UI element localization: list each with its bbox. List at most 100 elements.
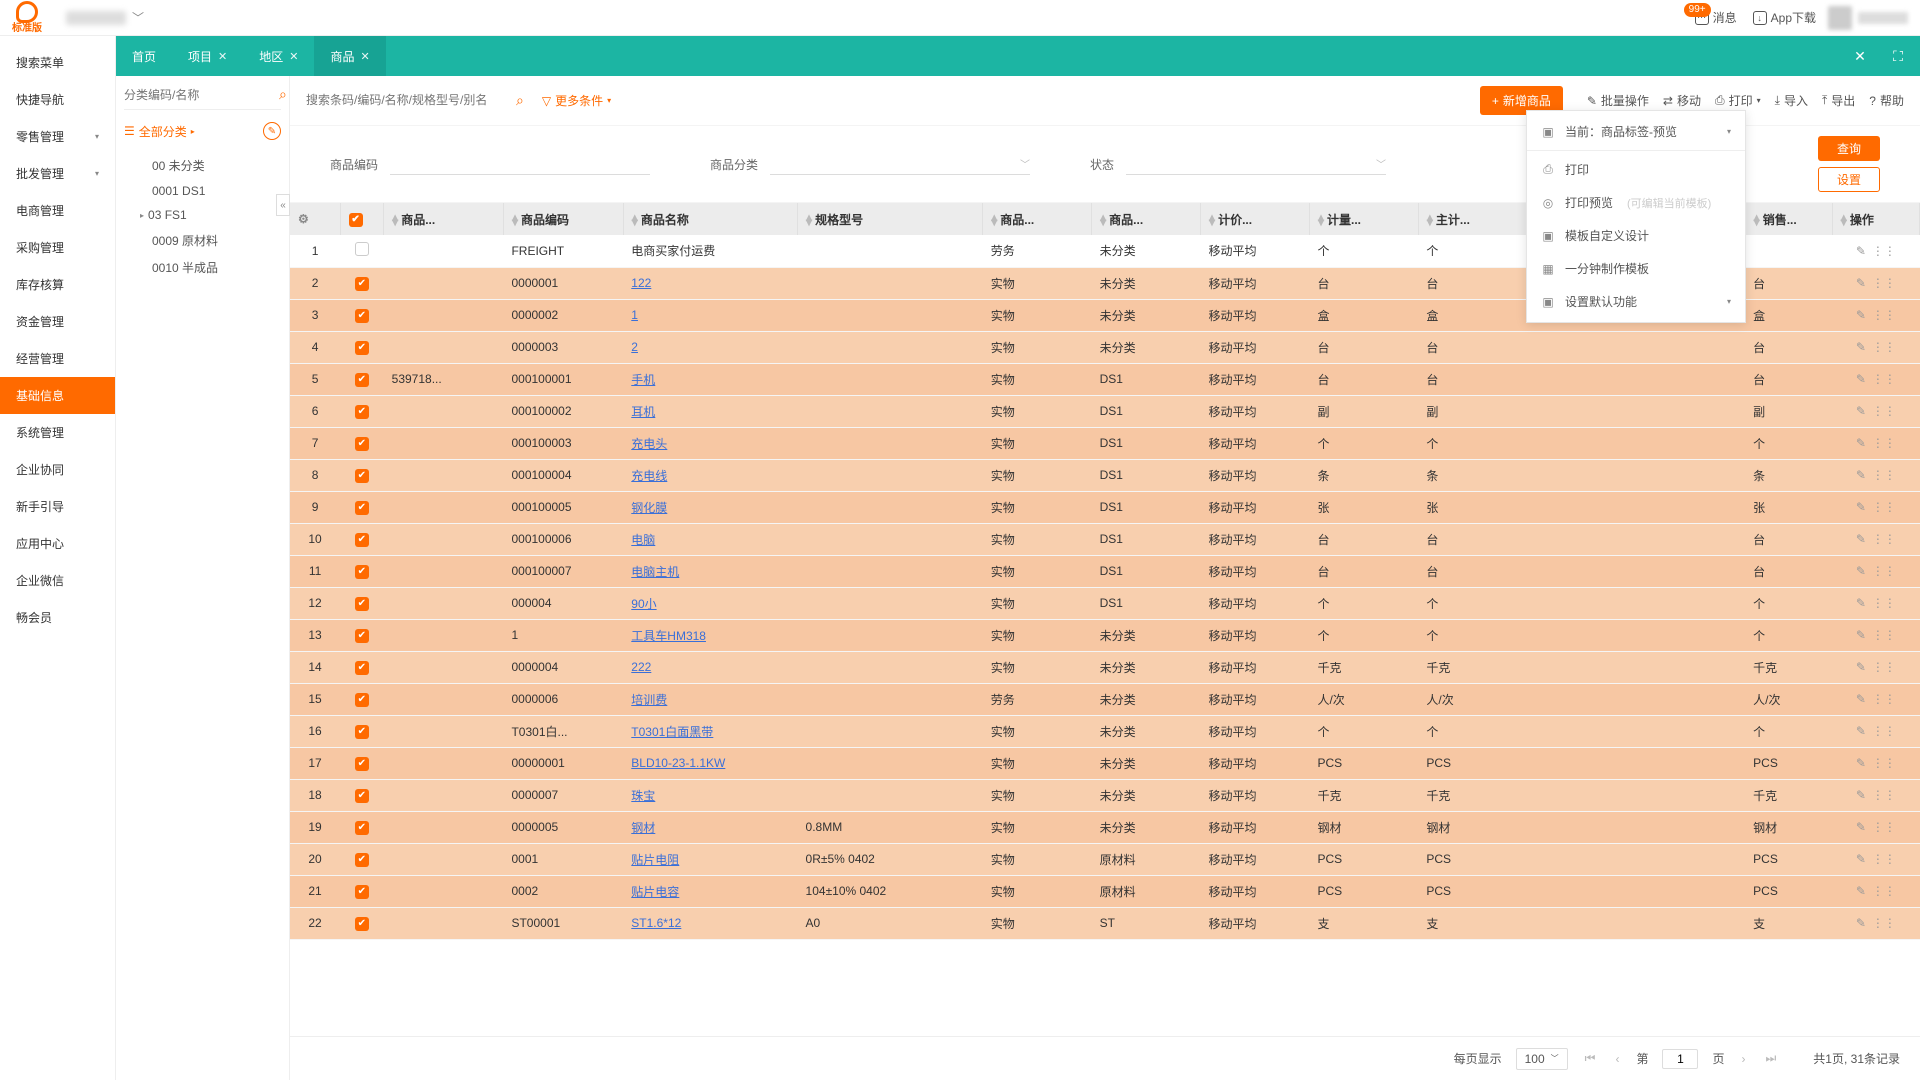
edit-icon[interactable]: ✎ xyxy=(1856,308,1866,322)
edit-icon[interactable]: ✎ xyxy=(1856,436,1866,450)
print-current-template[interactable]: ▣ 当前：商品标签-预览 ▾ xyxy=(1527,115,1745,148)
more-icon[interactable]: ⋮⋮ xyxy=(1872,788,1896,802)
sidebar-item[interactable]: 电商管理 xyxy=(0,192,115,229)
more-icon[interactable]: ⋮⋮ xyxy=(1872,628,1896,642)
table-row[interactable]: 5✔539718...000100001手机实物DS1移动平均台台台✎⋮⋮ xyxy=(290,363,1920,395)
table-row[interactable]: 10✔000100006电脑实物DS1移动平均台台台✎⋮⋮ xyxy=(290,523,1920,555)
more-icon[interactable]: ⋮⋮ xyxy=(1872,692,1896,706)
tree-node[interactable]: 0010 半成品 xyxy=(124,254,281,281)
row-checkbox[interactable]: ✔ xyxy=(355,565,369,579)
settings-button[interactable]: 设置 xyxy=(1818,167,1880,192)
next-page-button[interactable]: › xyxy=(1738,1052,1748,1066)
sidebar-item[interactable]: 新手引导 xyxy=(0,488,115,525)
sidebar-item[interactable]: 经营管理 xyxy=(0,340,115,377)
edit-icon[interactable]: ✎ xyxy=(1856,852,1866,866)
toolbar-link[interactable]: ⤒导出 xyxy=(1822,92,1855,109)
print-menu-item[interactable]: ▣模板自定义设计 xyxy=(1527,219,1745,252)
more-icon[interactable]: ⋮⋮ xyxy=(1872,884,1896,898)
row-checkbox[interactable]: ✔ xyxy=(355,821,369,835)
edit-icon[interactable]: ✎ xyxy=(1856,596,1866,610)
toolbar-link[interactable]: ✎批量操作 xyxy=(1587,92,1649,109)
cell-name[interactable]: 2 xyxy=(623,331,797,363)
edit-icon[interactable]: ✎ xyxy=(1856,692,1866,706)
toolbar-link[interactable]: ⤓导入 xyxy=(1775,92,1808,109)
toolbar-link[interactable]: ?帮助 xyxy=(1869,92,1904,109)
sidebar-item[interactable]: 零售管理▾ xyxy=(0,118,115,155)
table-row[interactable]: 4✔00000032实物未分类移动平均台台台✎⋮⋮ xyxy=(290,331,1920,363)
tree-node[interactable]: ▸03 FS1 xyxy=(124,203,281,227)
edit-icon[interactable]: ✎ xyxy=(1856,500,1866,514)
fullscreen-button[interactable]: ⛶ xyxy=(1886,44,1910,68)
close-tab-button[interactable]: ✕ xyxy=(1848,44,1872,68)
cell-name[interactable]: T0301白面黑带 xyxy=(623,715,797,747)
sort-icon[interactable]: ▴▾ xyxy=(1427,215,1433,225)
table-row[interactable]: 7✔000100003充电头实物DS1移动平均个个个✎⋮⋮ xyxy=(290,427,1920,459)
edit-icon[interactable]: ✎ xyxy=(1856,532,1866,546)
expand-icon[interactable]: ▸ xyxy=(140,211,144,220)
column-header[interactable]: ▴▾计价... xyxy=(1201,203,1310,235)
sort-icon[interactable]: ▴▾ xyxy=(991,215,997,225)
more-icon[interactable]: ⋮⋮ xyxy=(1872,308,1896,322)
column-header[interactable]: ▴▾规格型号 xyxy=(798,203,983,235)
sidebar-item[interactable]: 企业协同 xyxy=(0,451,115,488)
cell-name[interactable]: 电脑主机 xyxy=(623,555,797,587)
org-selector[interactable]: ﹀ xyxy=(66,9,144,26)
row-checkbox[interactable]: ✔ xyxy=(355,885,369,899)
tab[interactable]: 商品✕ xyxy=(314,36,385,76)
more-icon[interactable]: ⋮⋮ xyxy=(1872,852,1896,866)
table-row[interactable]: 8✔000100004充电线实物DS1移动平均条条条✎⋮⋮ xyxy=(290,459,1920,491)
more-icon[interactable]: ⋮⋮ xyxy=(1872,660,1896,674)
print-menu-item[interactable]: ⎙打印 xyxy=(1527,153,1745,186)
row-checkbox[interactable]: ✔ xyxy=(355,597,369,611)
column-header[interactable]: ⚙ xyxy=(290,203,340,235)
edit-icon[interactable]: ✎ xyxy=(1856,404,1866,418)
sidebar-item[interactable]: 快捷导航 xyxy=(0,81,115,118)
sidebar-item[interactable]: 批发管理▾ xyxy=(0,155,115,192)
row-checkbox[interactable] xyxy=(355,242,369,256)
row-checkbox[interactable]: ✔ xyxy=(355,917,369,931)
tab[interactable]: 首页 xyxy=(116,36,172,76)
sort-icon[interactable]: ▴▾ xyxy=(1754,215,1760,225)
sort-icon[interactable]: ▴▾ xyxy=(392,215,398,225)
edit-icon[interactable]: ✎ xyxy=(1856,724,1866,738)
cell-name[interactable]: 90小 xyxy=(623,587,797,619)
column-header[interactable]: ▴▾计量... xyxy=(1309,203,1418,235)
more-icon[interactable]: ⋮⋮ xyxy=(1872,340,1896,354)
more-icon[interactable]: ⋮⋮ xyxy=(1872,404,1896,418)
search-icon[interactable]: ⌕ xyxy=(279,86,287,103)
sort-icon[interactable]: ▴▾ xyxy=(1209,215,1215,225)
sort-icon[interactable]: ▴▾ xyxy=(512,215,518,225)
more-icon[interactable]: ⋮⋮ xyxy=(1872,596,1896,610)
collapse-tree-button[interactable]: « xyxy=(276,194,290,216)
close-icon[interactable]: ✕ xyxy=(361,50,370,63)
edit-icon[interactable]: ✎ xyxy=(1856,756,1866,770)
column-header[interactable]: ▴▾商品... xyxy=(983,203,1092,235)
cell-name[interactable]: 钢材 xyxy=(623,811,797,843)
row-checkbox[interactable]: ✔ xyxy=(355,469,369,483)
more-icon[interactable]: ⋮⋮ xyxy=(1872,724,1896,738)
row-checkbox[interactable]: ✔ xyxy=(355,405,369,419)
table-row[interactable]: 12✔00000490小实物DS1移动平均个个个✎⋮⋮ xyxy=(290,587,1920,619)
sort-icon[interactable]: ▴▾ xyxy=(632,215,638,225)
filter-category-select[interactable]: ﹀ xyxy=(770,153,1030,175)
cell-name[interactable]: 充电头 xyxy=(623,427,797,459)
tree-node[interactable]: 00 未分类 xyxy=(124,152,281,179)
table-row[interactable]: 22✔ST00001ST1.6*12A0实物ST移动平均支支支✎⋮⋮ xyxy=(290,907,1920,939)
search-input[interactable] xyxy=(306,93,506,108)
row-checkbox[interactable]: ✔ xyxy=(355,341,369,355)
more-icon[interactable]: ⋮⋮ xyxy=(1872,532,1896,546)
table-row[interactable]: 15✔0000006培训费劳务未分类移动平均人/次人/次人/次✎⋮⋮ xyxy=(290,683,1920,715)
select-all-checkbox[interactable]: ✔ xyxy=(349,213,363,227)
more-icon[interactable]: ⋮⋮ xyxy=(1872,564,1896,578)
more-filters-button[interactable]: ▽ 更多条件 ▾ xyxy=(542,92,611,109)
row-checkbox[interactable]: ✔ xyxy=(355,789,369,803)
cell-name[interactable]: 电脑 xyxy=(623,523,797,555)
more-icon[interactable]: ⋮⋮ xyxy=(1872,436,1896,450)
edit-icon[interactable]: ✎ xyxy=(1856,884,1866,898)
table-row[interactable]: 9✔000100005钢化膜实物DS1移动平均张张张✎⋮⋮ xyxy=(290,491,1920,523)
sidebar-item[interactable]: 采购管理 xyxy=(0,229,115,266)
column-header[interactable]: ▴▾操作 xyxy=(1832,203,1919,235)
prev-page-button[interactable]: ‹ xyxy=(1612,1052,1622,1066)
row-checkbox[interactable]: ✔ xyxy=(355,661,369,675)
cell-name[interactable]: 手机 xyxy=(623,363,797,395)
